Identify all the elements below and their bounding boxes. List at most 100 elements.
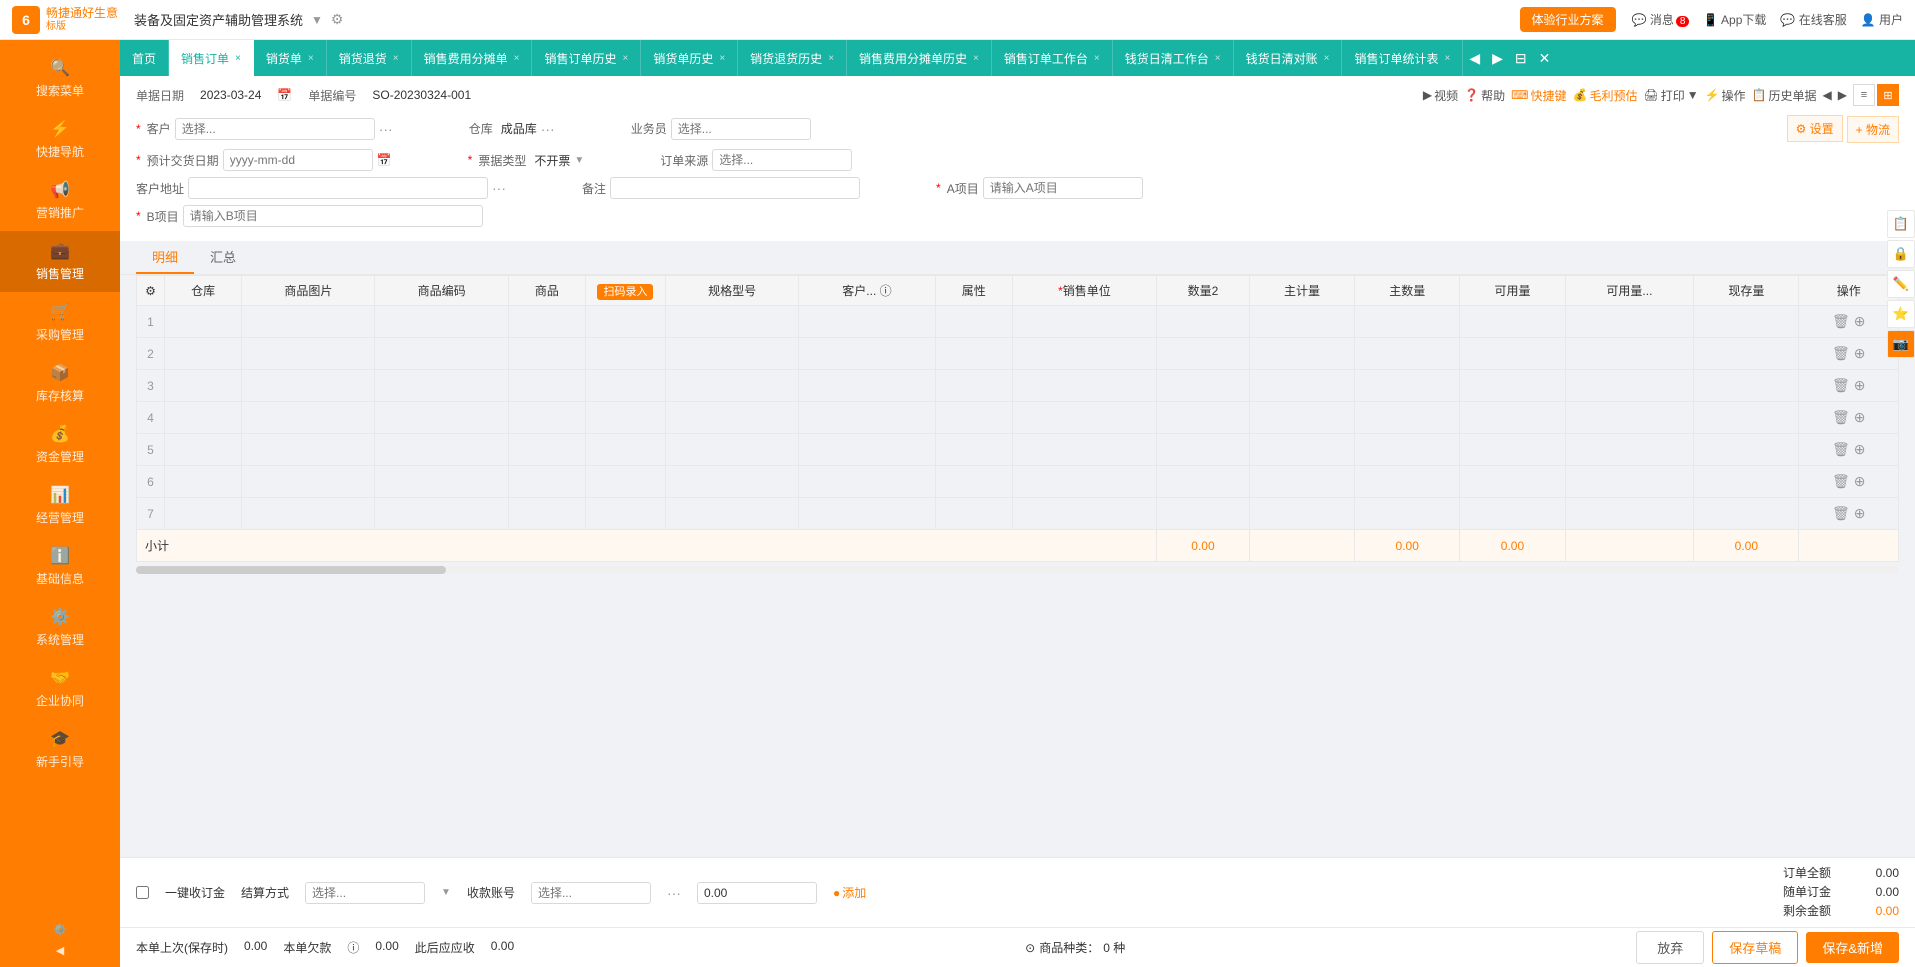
row-warehouse-2[interactable] xyxy=(165,338,242,370)
one-click-checkbox[interactable] xyxy=(136,886,149,899)
row-cust-code-1[interactable] xyxy=(799,306,935,338)
row-spec-1[interactable] xyxy=(665,306,798,338)
copy-btn-7[interactable]: ⊕ xyxy=(1854,505,1866,522)
row-main-unit-1[interactable] xyxy=(1249,306,1354,338)
b-project-input[interactable] xyxy=(183,205,483,227)
sidebar-item-enterprise[interactable]: 🤝 企业协同 xyxy=(0,658,120,719)
delivery-date-input[interactable] xyxy=(223,149,373,171)
tab-close-sales-stats[interactable]: × xyxy=(1444,53,1450,64)
sidebar-item-nav[interactable]: ⚡ 快捷导航 xyxy=(0,109,120,170)
print-btn[interactable]: 🖨 打印 ▼ xyxy=(1643,87,1698,104)
customer-address-input[interactable] xyxy=(188,177,488,199)
curr-debit-icon[interactable]: ⓘ xyxy=(347,939,359,956)
row-qty2-1[interactable] xyxy=(1157,306,1250,338)
order-source-input[interactable] xyxy=(712,149,852,171)
float-btn-5[interactable]: 📷 xyxy=(1887,330,1915,358)
sidebar-item-sales[interactable]: 💼 销售管理 xyxy=(0,231,120,292)
sidebar-item-system[interactable]: ⚙️ 系统管理 xyxy=(0,597,120,658)
settings-btn[interactable]: ⚙ 设置 xyxy=(1787,115,1843,142)
invoice-type-dropdown[interactable]: ▼ xyxy=(574,155,584,166)
row-avail2-1[interactable] xyxy=(1565,306,1694,338)
warehouse-value[interactable]: 成品库 xyxy=(501,120,537,137)
history-prev-btn[interactable]: ◀ xyxy=(1823,88,1832,102)
copy-btn-3[interactable]: ⊕ xyxy=(1854,377,1866,394)
sidebar-item-inventory[interactable]: 📦 库存核算 xyxy=(0,353,120,414)
del-btn-1[interactable]: 🗑 xyxy=(1832,313,1850,330)
row-current-2[interactable] xyxy=(1694,338,1799,370)
sidebar-item-finance[interactable]: 💰 资金管理 xyxy=(0,414,120,475)
copy-btn-2[interactable]: ⊕ xyxy=(1854,345,1866,362)
row-code-2[interactable] xyxy=(375,338,508,370)
tab-close-goods-history[interactable]: × xyxy=(719,53,725,64)
row-product-2[interactable] xyxy=(508,338,585,370)
row-main-unit-2[interactable] xyxy=(1249,338,1354,370)
tab-close-cash-reconcile[interactable]: × xyxy=(1324,53,1330,64)
scroll-track[interactable] xyxy=(136,566,1899,574)
app-download-btn[interactable]: 📱 App下载 xyxy=(1703,11,1766,28)
float-btn-1[interactable]: 📋 xyxy=(1887,210,1915,238)
tab-close-sales-workbench[interactable]: × xyxy=(1094,53,1100,64)
invoice-type-value[interactable]: 不开票 xyxy=(534,152,570,169)
row-avail2-2[interactable] xyxy=(1565,338,1694,370)
list-view-btn[interactable]: ≡ xyxy=(1853,84,1875,106)
tab-sales-workbench[interactable]: 销售订单工作台 × xyxy=(992,40,1113,76)
sidebar-bottom-settings[interactable]: ⚙️ xyxy=(53,923,67,936)
row-code-1[interactable] xyxy=(375,306,508,338)
operation-btn[interactable]: ⚡ 操作 xyxy=(1705,87,1746,104)
payment-method-input[interactable] xyxy=(305,882,425,904)
tab-cash-workbench[interactable]: 钱货日清工作台 × xyxy=(1113,40,1234,76)
float-btn-2[interactable]: 🔒 xyxy=(1887,240,1915,268)
message-icon[interactable]: 💬 消息8 xyxy=(1632,11,1690,28)
save-new-btn[interactable]: 保存&新增 xyxy=(1806,932,1899,963)
online-service-btn[interactable]: 💬 在线客服 xyxy=(1780,11,1846,28)
row-qty2-2[interactable] xyxy=(1157,338,1250,370)
add-btn[interactable]: ● 添加 xyxy=(833,884,866,901)
row-warehouse-1[interactable] xyxy=(165,306,242,338)
tab-sales-return[interactable]: 销货退货 × xyxy=(327,40,412,76)
row-unit-1[interactable] xyxy=(1012,306,1156,338)
row-main-qty-2[interactable] xyxy=(1355,338,1460,370)
sidebar-collapse-btn[interactable]: ◀ xyxy=(56,944,64,957)
row-img-1[interactable] xyxy=(242,306,375,338)
tab-close-return-history[interactable]: × xyxy=(828,53,834,64)
tab-close-expense-history[interactable]: × xyxy=(973,53,979,64)
row-spec-2[interactable] xyxy=(665,338,798,370)
tab-sales-order[interactable]: 销售订单 × xyxy=(169,40,254,76)
sidebar-item-guide[interactable]: 🎓 新手引导 xyxy=(0,719,120,780)
account-more[interactable]: ··· xyxy=(667,885,681,901)
tab-close-all-btn[interactable]: ✕ xyxy=(1533,50,1557,67)
remark-input[interactable] xyxy=(610,177,860,199)
float-btn-4[interactable]: ⭐ xyxy=(1887,300,1915,328)
goods-count-icon[interactable]: ⊙ xyxy=(1025,941,1035,955)
tab-close-sales-order-history[interactable]: × xyxy=(622,53,628,64)
shortcut-btn[interactable]: ⌨ 快捷键 xyxy=(1511,87,1566,104)
customer-more[interactable]: ··· xyxy=(379,121,393,137)
tab-next-btn[interactable]: ▶ xyxy=(1486,50,1509,67)
print-dropdown[interactable]: ▼ xyxy=(1687,88,1699,102)
calendar-icon2[interactable]: 📅 xyxy=(377,153,392,167)
tab-close-sales-expense[interactable]: × xyxy=(514,53,520,64)
tab-detail[interactable]: 明细 xyxy=(136,241,194,274)
copy-btn-1[interactable]: ⊕ xyxy=(1854,313,1866,330)
tab-summary[interactable]: 汇总 xyxy=(194,241,252,274)
user-icon[interactable]: 👤 用户 xyxy=(1861,11,1903,28)
grid-view-btn[interactable]: ⊞ xyxy=(1877,84,1899,106)
system-dropdown[interactable]: ▼ xyxy=(311,13,323,27)
sidebar-item-operations[interactable]: 📊 经营管理 xyxy=(0,475,120,536)
row-avail-1[interactable] xyxy=(1460,306,1565,338)
copy-btn-5[interactable]: ⊕ xyxy=(1854,441,1866,458)
tab-sales-goods[interactable]: 销货单 × xyxy=(254,40,327,76)
del-btn-7[interactable]: 🗑 xyxy=(1832,505,1850,522)
sidebar-item-basic[interactable]: ℹ️ 基础信息 xyxy=(0,536,120,597)
row-scan-2[interactable] xyxy=(585,338,665,370)
tab-close-sales-return[interactable]: × xyxy=(393,53,399,64)
row-product-1[interactable] xyxy=(508,306,585,338)
tab-sales-order-history[interactable]: 销售订单历史 × xyxy=(532,40,641,76)
tab-prev-btn[interactable]: ◀ xyxy=(1463,50,1486,67)
history-btn[interactable]: 📋 历史单据 xyxy=(1752,87,1817,104)
row-main-qty-1[interactable] xyxy=(1355,306,1460,338)
amount-input[interactable] xyxy=(697,882,817,904)
copy-btn-6[interactable]: ⊕ xyxy=(1854,473,1866,490)
account-input[interactable] xyxy=(531,882,651,904)
tab-close-sales-goods[interactable]: × xyxy=(308,53,314,64)
